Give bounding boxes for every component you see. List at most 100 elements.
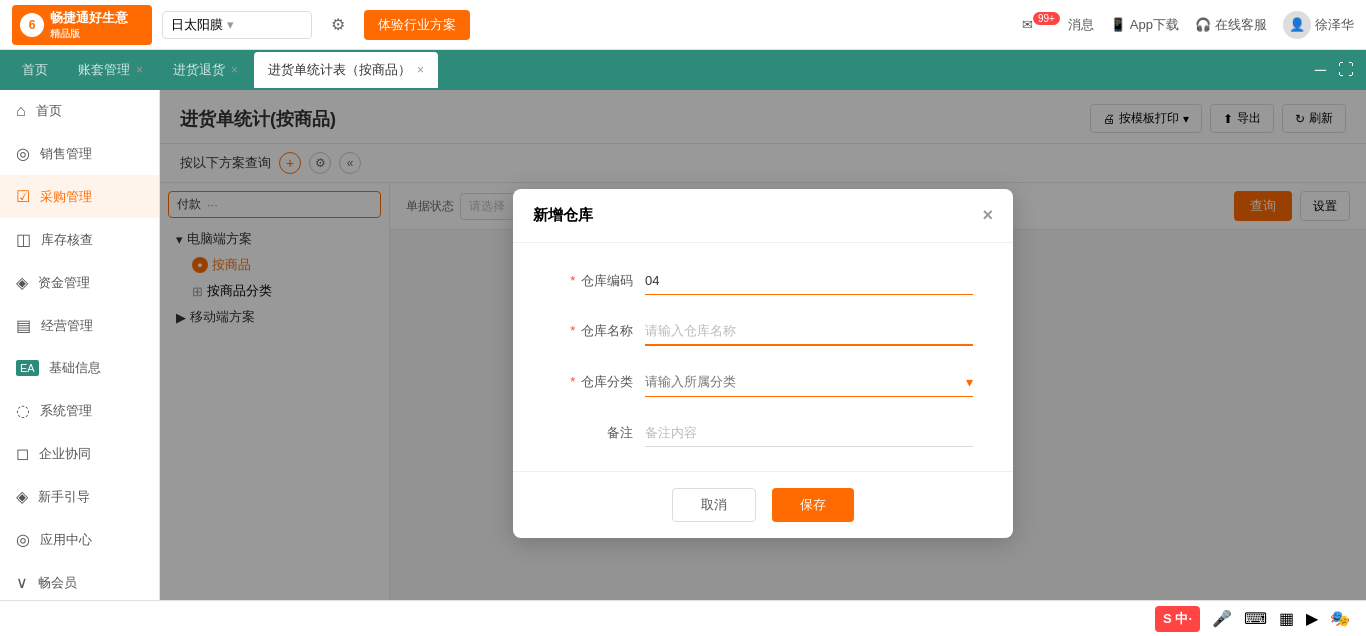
warehouse-code-input[interactable] xyxy=(645,267,973,295)
category-field-row: * 仓库分类 ▾ xyxy=(553,368,973,397)
tab-purchase-return-label: 进货退货 xyxy=(173,61,225,79)
sidebar-item-inventory[interactable]: ◫ 库存核查 xyxy=(0,218,159,261)
sidebar-item-system[interactable]: ◌ 系统管理 xyxy=(0,389,159,432)
top-right-area: ✉ 99+ 消息 📱 App下载 🎧 在线客服 👤 徐泽华 xyxy=(1022,11,1354,39)
tab-purchase-stats[interactable]: 进货单统计表（按商品） × xyxy=(254,52,438,88)
tab-purchase-return-close[interactable]: × xyxy=(231,63,238,77)
category-select[interactable]: ▾ xyxy=(645,368,973,397)
palette-icon[interactable]: 🎭 xyxy=(1330,609,1350,628)
sidebar-label-guide: 新手引导 xyxy=(38,488,90,506)
bottom-logo: S 中· xyxy=(1155,606,1200,632)
note-input[interactable] xyxy=(645,419,973,447)
tab-home-label: 首页 xyxy=(22,61,48,79)
code-label: * 仓库编码 xyxy=(553,272,633,290)
modal-title: 新增仓库 xyxy=(533,206,593,225)
code-field-row: * 仓库编码 xyxy=(553,267,973,295)
sidebar-label-inventory: 库存核查 xyxy=(41,231,93,249)
tab-bar: 首页 账套管理 × 进货退货 × 进货单统计表（按商品） × ─ ⛶ xyxy=(0,50,1366,90)
modal-overlay: 新增仓库 × * 仓库编码 * xyxy=(160,90,1366,636)
operation-icon: ▤ xyxy=(16,316,31,335)
main-layout: ⌂ 首页 ◎ 销售管理 ☑ 采购管理 ◫ 库存核查 ◈ 资金管理 ▤ 经营管理 … xyxy=(0,90,1366,636)
sidebar-label-operation: 经营管理 xyxy=(41,317,93,335)
sidebar-label-purchase: 采购管理 xyxy=(40,188,92,206)
sidebar-item-finance[interactable]: ◈ 资金管理 xyxy=(0,261,159,304)
sidebar-item-purchase[interactable]: ☑ 采购管理 xyxy=(0,175,159,218)
tab-home[interactable]: 首页 xyxy=(8,52,62,88)
sidebar-label-system: 系统管理 xyxy=(40,402,92,420)
headphone-icon: 🎧 xyxy=(1195,17,1211,32)
guide-icon: ◈ xyxy=(16,487,28,506)
sidebar-item-enterprise[interactable]: ◻ 企业协同 xyxy=(0,432,159,475)
tab-purchase-stats-label: 进货单统计表（按商品） xyxy=(268,61,411,79)
online-service-btn[interactable]: 🎧 在线客服 xyxy=(1195,16,1267,34)
sidebar-item-member[interactable]: ∨ 畅会员 xyxy=(0,561,159,604)
store-selector[interactable]: 日太阳膜 ▾ xyxy=(162,11,312,39)
tab-purchase-stats-close[interactable]: × xyxy=(417,63,424,77)
sidebar-label-appcenter: 应用中心 xyxy=(40,531,92,549)
sidebar-item-basic[interactable]: EA 基础信息 xyxy=(0,347,159,389)
home-icon: ⌂ xyxy=(16,102,26,120)
purchase-icon: ☑ xyxy=(16,187,30,206)
sidebar-label-basic: 基础信息 xyxy=(49,359,101,377)
bottom-bar: S 中· 🎤 ⌨ ▦ ▶ 🎭 xyxy=(0,600,1366,636)
sidebar-item-operation[interactable]: ▤ 经营管理 xyxy=(0,304,159,347)
logo-icon: 6 xyxy=(20,13,44,37)
basic-icon: EA xyxy=(16,360,39,376)
appcenter-icon: ◎ xyxy=(16,530,30,549)
category-input[interactable] xyxy=(645,374,966,389)
user-menu[interactable]: 👤 徐泽华 xyxy=(1283,11,1354,39)
finance-icon: ◈ xyxy=(16,273,28,292)
cancel-button[interactable]: 取消 xyxy=(672,488,756,522)
sidebar-item-appcenter[interactable]: ◎ 应用中心 xyxy=(0,518,159,561)
tab-expand-icon[interactable]: ⛶ xyxy=(1334,57,1358,83)
sidebar-label-sales: 销售管理 xyxy=(40,145,92,163)
modal-header: 新增仓库 × xyxy=(513,189,1013,243)
warehouse-name-input[interactable] xyxy=(645,317,973,346)
tab-account-label: 账套管理 xyxy=(78,61,130,79)
play-icon[interactable]: ▶ xyxy=(1306,609,1318,628)
tab-actions: ─ ⛶ xyxy=(1311,57,1358,83)
category-label: * 仓库分类 xyxy=(553,373,633,391)
note-label: 备注 xyxy=(553,424,633,442)
content-area: 进货单统计(按商品) 🖨 按模板打印 ▾ ⬆ 导出 ↻ 刷新 xyxy=(160,90,1366,636)
message-btn[interactable]: ✉ 99+ 消息 xyxy=(1022,16,1094,34)
grid-icon[interactable]: ▦ xyxy=(1279,609,1294,628)
note-field-row: 备注 xyxy=(553,419,973,447)
sidebar-item-home[interactable]: ⌂ 首页 xyxy=(0,90,159,132)
keyboard-icon[interactable]: ⌨ xyxy=(1244,609,1267,628)
avatar: 👤 xyxy=(1283,11,1311,39)
tab-purchase-return[interactable]: 进货退货 × xyxy=(159,52,252,88)
name-required-mark: * xyxy=(570,323,575,338)
sidebar-item-guide[interactable]: ◈ 新手引导 xyxy=(0,475,159,518)
settings-icon[interactable]: ⚙ xyxy=(322,9,354,41)
modal-footer: 取消 保存 xyxy=(513,471,1013,538)
logo-text: 畅捷通好生意 精品版 xyxy=(50,9,128,41)
save-button[interactable]: 保存 xyxy=(772,488,854,522)
app-download-btn[interactable]: 📱 App下载 xyxy=(1110,16,1179,34)
tab-account-close[interactable]: × xyxy=(136,63,143,77)
member-icon: ∨ xyxy=(16,573,28,592)
enterprise-icon: ◻ xyxy=(16,444,29,463)
inventory-icon: ◫ xyxy=(16,230,31,249)
name-label: * 仓库名称 xyxy=(553,322,633,340)
sidebar-label-member: 畅会员 xyxy=(38,574,77,592)
new-warehouse-modal: 新增仓库 × * 仓库编码 * xyxy=(513,189,1013,538)
modal-body: * 仓库编码 * 仓库名称 xyxy=(513,243,1013,471)
trial-button[interactable]: 体验行业方案 xyxy=(364,10,470,40)
logo-area: 6 畅捷通好生意 精品版 xyxy=(12,5,152,45)
modal-close-button[interactable]: × xyxy=(982,205,993,226)
code-required-mark: * xyxy=(570,273,575,288)
sidebar-item-sales[interactable]: ◎ 销售管理 xyxy=(0,132,159,175)
top-bar: 6 畅捷通好生意 精品版 日太阳膜 ▾ ⚙ 体验行业方案 ✉ 99+ 消息 📱 … xyxy=(0,0,1366,50)
microphone-icon[interactable]: 🎤 xyxy=(1212,609,1232,628)
name-field-row: * 仓库名称 xyxy=(553,317,973,346)
tab-minimize-icon[interactable]: ─ xyxy=(1311,57,1330,83)
category-required-mark: * xyxy=(570,374,575,389)
sidebar-label-enterprise: 企业协同 xyxy=(39,445,91,463)
system-icon: ◌ xyxy=(16,401,30,420)
sidebar: ⌂ 首页 ◎ 销售管理 ☑ 采购管理 ◫ 库存核查 ◈ 资金管理 ▤ 经营管理 … xyxy=(0,90,160,636)
tab-account[interactable]: 账套管理 × xyxy=(64,52,157,88)
sales-icon: ◎ xyxy=(16,144,30,163)
chevron-down-icon: ▾ xyxy=(227,17,234,32)
store-name: 日太阳膜 xyxy=(171,16,223,34)
